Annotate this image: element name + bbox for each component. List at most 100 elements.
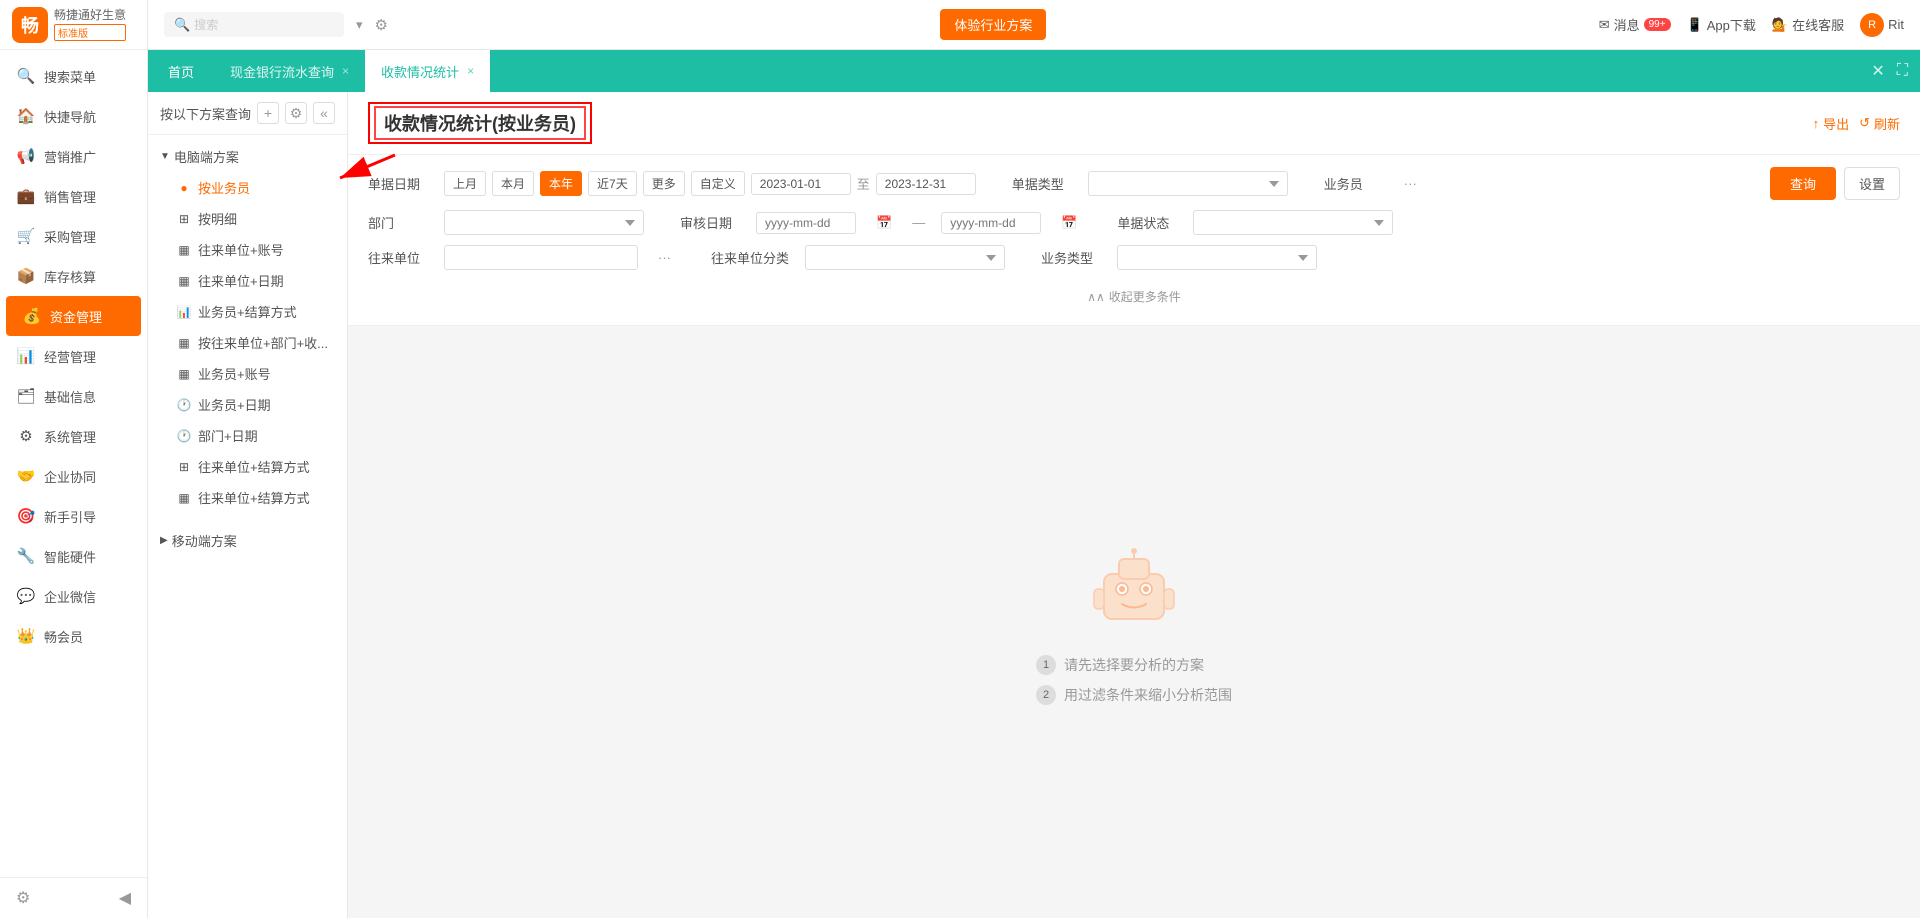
topbar-search-icon: 🔍 (174, 17, 190, 33)
tree-child-detail-label: 按明细 (198, 209, 237, 228)
message-button[interactable]: ✉ 消息 99+ (1599, 15, 1671, 34)
tree-child-dept-date[interactable]: 🕐 部门+日期 (148, 420, 347, 451)
purchase-icon: 🛒 (16, 226, 36, 246)
sidebar-item-member[interactable]: 👑 畅会员 (0, 616, 147, 656)
sidebar-item-system[interactable]: ⚙ 系统管理 (0, 416, 147, 456)
partner-dept-icon: ▦ (176, 335, 192, 351)
sidebar: 畅 畅捷通好生意 标准版 🔍 搜索菜单 🏠 快捷导航 📢 营销推广 💼 销售管理 (0, 0, 148, 918)
topbar-search-text: 搜索 (194, 16, 218, 33)
tree-child-salesman-account[interactable]: ▦ 业务员+账号 (148, 358, 347, 389)
sidebar-item-smart-hw[interactable]: 🔧 智能硬件 (0, 536, 147, 576)
doc-type-label: 单据类型 (1012, 174, 1072, 193)
tree-child-partner-date[interactable]: ▦ 往来单位+日期 (148, 265, 347, 296)
tab-bank-flow-close[interactable]: × (342, 64, 349, 78)
sidebar-item-system-label: 系统管理 (44, 427, 96, 446)
sidebar-item-sales[interactable]: 💼 销售管理 (0, 176, 147, 216)
refresh-button[interactable]: ↺ 刷新 (1859, 114, 1900, 133)
tab-bank-flow[interactable]: 现金银行流水查询 × (214, 50, 365, 92)
collapse-panel-button[interactable]: « (313, 102, 335, 124)
date-btn-custom[interactable]: 自定义 (691, 171, 745, 196)
collapse-more-btn[interactable]: ∧∧ 收起更多条件 (368, 280, 1900, 313)
tree-child-partner-dept[interactable]: ▦ 按往来单位+部门+收... (148, 327, 347, 358)
tab-expand-icon[interactable]: ⛶ (1897, 62, 1908, 80)
partner-more-icon[interactable]: ··· (658, 250, 671, 265)
topbar-dropdown-icon[interactable]: ▾ (356, 17, 363, 33)
tree-child-salesman[interactable]: ● 按业务员 (148, 172, 347, 203)
app-download-button[interactable]: 📱 App下载 (1687, 15, 1756, 34)
date-btn-this-month[interactable]: 本月 (492, 171, 534, 196)
sidebar-item-finance[interactable]: 💰 资金管理 (6, 296, 141, 336)
sidebar-item-enterprise-label: 企业协同 (44, 467, 96, 486)
message-badge: 99+ (1644, 18, 1671, 31)
topbar-search-box[interactable]: 🔍 搜索 (164, 12, 344, 37)
review-date-end-input[interactable] (941, 212, 1041, 234)
tip-1-num: 1 (1036, 655, 1056, 675)
salesman-more-icon[interactable]: ··· (1404, 176, 1417, 191)
tree-child-detail[interactable]: ⊞ 按明细 (148, 203, 347, 234)
tree-parent-mobile[interactable]: ▶ 移动端方案 (148, 525, 347, 556)
scheme-settings-button[interactable]: ⚙ (285, 102, 307, 124)
sidebar-item-wechat[interactable]: 💬 企业微信 (0, 576, 147, 616)
date-end-input[interactable] (876, 173, 976, 195)
sidebar-item-smart-hw-label: 智能硬件 (44, 547, 96, 566)
date-btn-7days[interactable]: 近7天 (588, 171, 637, 196)
tree-section-mobile: ▶ 移动端方案 (148, 519, 347, 562)
tab-home[interactable]: 首页 (148, 50, 214, 92)
online-service-button[interactable]: 💁 在线客服 (1772, 15, 1844, 34)
sidebar-footer: ⚙ ◀︎ (0, 877, 147, 918)
tip-1-text: 请先选择要分析的方案 (1064, 655, 1204, 675)
tree-child-partner-account[interactable]: ▦ 往来单位+账号 (148, 234, 347, 265)
sidebar-item-sales-label: 销售管理 (44, 187, 96, 206)
page-title: 收款情况统计(按业务员) (374, 106, 586, 140)
add-scheme-button[interactable]: + (257, 102, 279, 124)
date-btn-more[interactable]: 更多 (643, 171, 685, 196)
logo-icon: 畅 (12, 7, 48, 43)
sidebar-item-inventory-label: 库存核算 (44, 267, 96, 286)
sidebar-item-inventory[interactable]: 📦 库存核算 (0, 256, 147, 296)
tabbar: 首页 现金银行流水查询 × 收款情况统计 × ✕ ⛶ (148, 50, 1920, 92)
sidebar-item-search[interactable]: 🔍 搜索菜单 (0, 56, 147, 96)
tab-close-all-icon[interactable]: ✕ (1871, 61, 1884, 81)
filter-row-2: 部门 审核日期 📅 — 📅 单据状态 (368, 210, 1900, 235)
date-btn-this-year[interactable]: 本年 (540, 171, 582, 196)
sidebar-item-marketing[interactable]: 📢 营销推广 (0, 136, 147, 176)
collapse-sidebar-icon[interactable]: ◀︎ (119, 888, 131, 908)
doc-status-select[interactable] (1193, 210, 1393, 235)
sidebar-item-guide[interactable]: 🎯 新手引导 (0, 496, 147, 536)
user-name: Rit (1888, 17, 1904, 32)
sidebar-item-purchase[interactable]: 🛒 采购管理 (0, 216, 147, 256)
biz-type-select[interactable] (1117, 245, 1317, 270)
export-button[interactable]: ↑ 导出 (1813, 114, 1850, 133)
query-button[interactable]: 查询 (1770, 167, 1836, 200)
sidebar-item-quick-nav[interactable]: 🏠 快捷导航 (0, 96, 147, 136)
sidebar-item-operation[interactable]: 📊 经营管理 (0, 336, 147, 376)
tree-child-partner-settle1[interactable]: ⊞ 往来单位+结算方式 (148, 451, 347, 482)
tree-child-partner-settle2[interactable]: ▦ 往来单位+结算方式 (148, 482, 347, 513)
trial-button[interactable]: 体验行业方案 (940, 9, 1046, 40)
review-date-icon-end: 📅 (1061, 215, 1077, 231)
tree-child-salesman-settle[interactable]: 📊 业务员+结算方式 (148, 296, 347, 327)
left-panel-actions: + ⚙ « (257, 102, 335, 124)
partner-category-label: 往来单位分类 (711, 248, 789, 267)
sidebar-item-enterprise[interactable]: 🤝 企业协同 (0, 456, 147, 496)
filter-settings-button[interactable]: 设置 (1844, 167, 1900, 200)
date-start-input[interactable] (751, 173, 851, 195)
filter-row-1: 单据日期 上月 本月 本年 近7天 更多 自定义 至 单据类型 (368, 167, 1900, 200)
tab-collection[interactable]: 收款情况统计 × (365, 50, 490, 92)
tree-child-salesman-date[interactable]: 🕐 业务员+日期 (148, 389, 347, 420)
tree-parent-desktop[interactable]: ▼ 电脑端方案 (148, 141, 347, 172)
sidebar-item-basic-info[interactable]: 🗂 基础信息 (0, 376, 147, 416)
review-date-start-input[interactable] (756, 212, 856, 234)
date-btn-last-month[interactable]: 上月 (444, 171, 486, 196)
topbar-gear-icon[interactable]: ⚙ (375, 16, 388, 34)
partner-category-select[interactable] (805, 245, 1005, 270)
partner-input[interactable] (444, 245, 638, 270)
tree-section-desktop: ▼ 电脑端方案 ● 按业务员 ⊞ 按明细 ▦ 往来单位+账号 (148, 135, 347, 519)
empty-state: 1 请先选择要分析的方案 2 用过滤条件来缩小分析范围 (1036, 539, 1232, 705)
review-date-icon-start: 📅 (876, 215, 892, 231)
dept-select[interactable] (444, 210, 644, 235)
settings-footer-icon[interactable]: ⚙ (16, 888, 30, 908)
tab-collection-close[interactable]: × (467, 64, 474, 78)
doc-type-select[interactable] (1088, 171, 1288, 196)
user-button[interactable]: R Rit (1860, 13, 1904, 37)
